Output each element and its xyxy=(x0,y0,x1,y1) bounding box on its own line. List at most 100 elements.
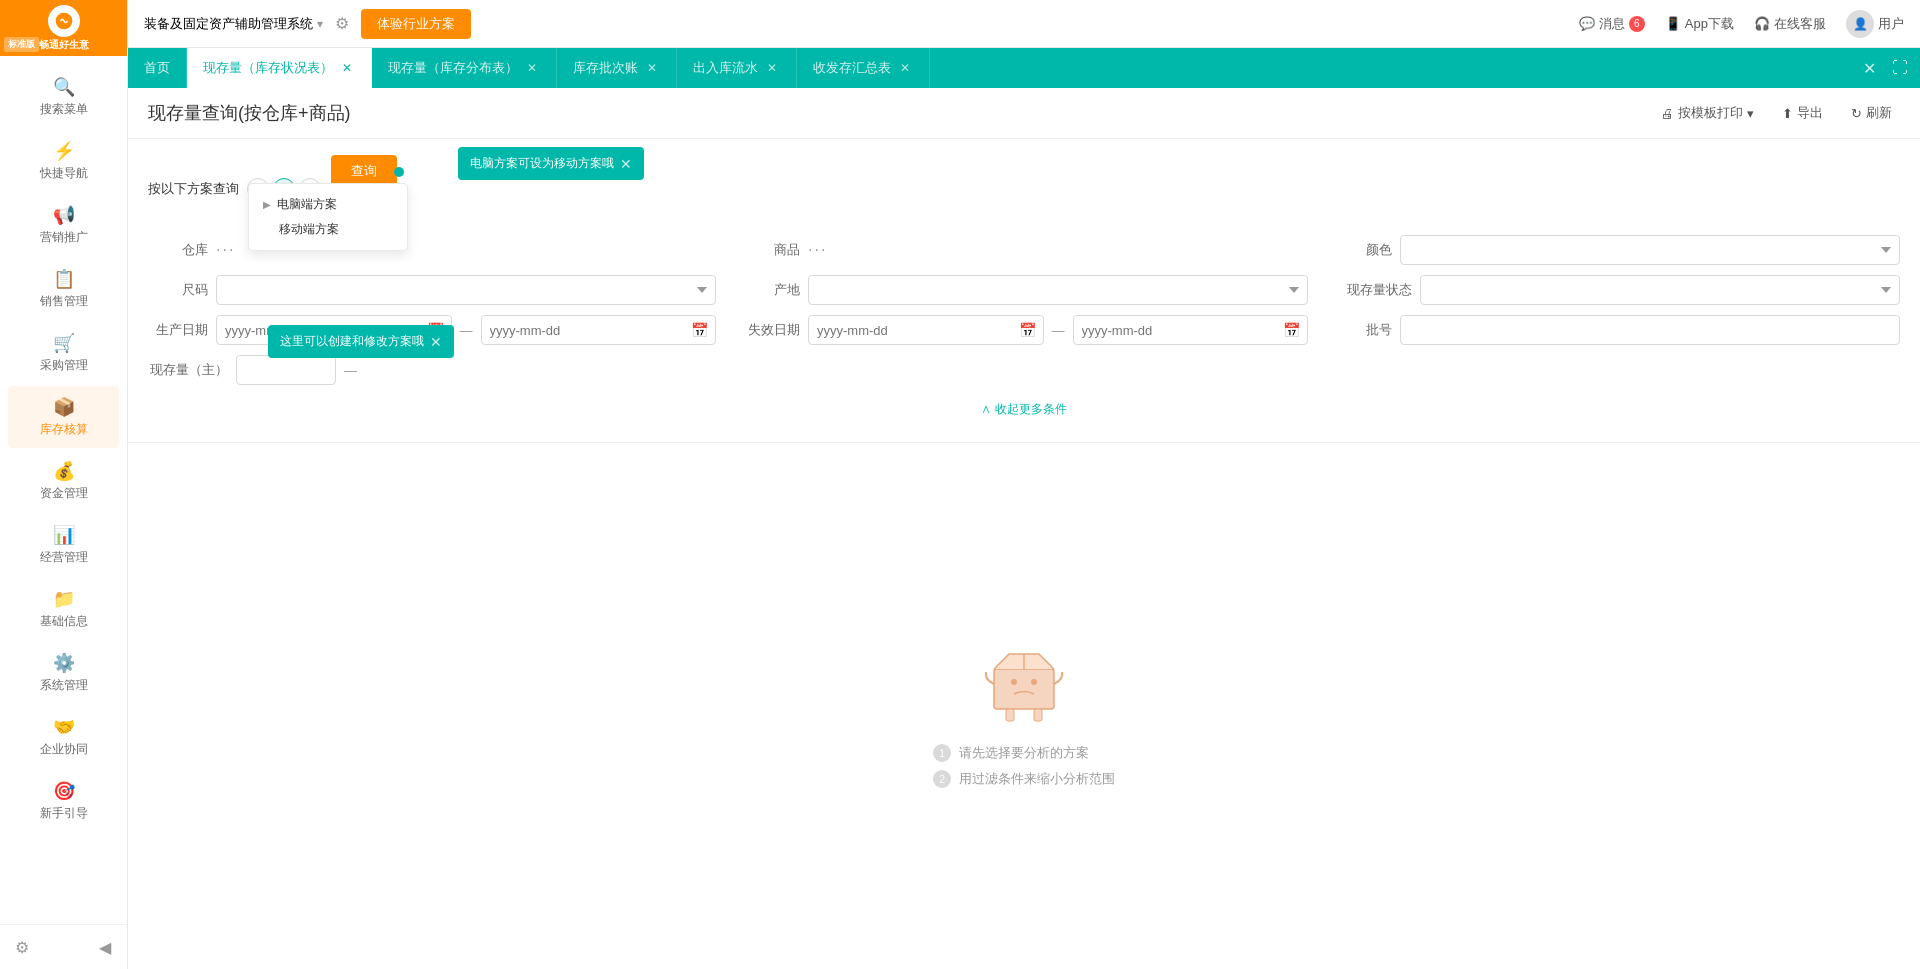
stock-main-label: 现存量（主） xyxy=(148,361,228,379)
sidebar-item-system[interactable]: ⚙️ 系统管理 xyxy=(8,642,119,704)
sidebar-item-operations[interactable]: 📊 经营管理 xyxy=(8,514,119,576)
collapse-sidebar-icon[interactable]: ◀ xyxy=(91,933,119,961)
tab-close-all-icon[interactable]: ✕ xyxy=(1859,57,1880,80)
tab-close-batch-ledger[interactable]: ✕ xyxy=(644,60,660,76)
sidebar-item-label: 库存核算 xyxy=(40,421,88,438)
stock-main-from-input[interactable] xyxy=(236,355,336,385)
online-service-action[interactable]: 🎧 在线客服 xyxy=(1754,15,1826,33)
tab-batch-ledger[interactable]: 库存批次账 ✕ xyxy=(557,48,677,88)
finance-icon: 💰 xyxy=(53,460,75,482)
chevron-down-icon: ▾ xyxy=(1747,106,1754,121)
industry-btn[interactable]: 体验行业方案 xyxy=(361,9,471,39)
sidebar-item-marketing[interactable]: 📢 营销推广 xyxy=(8,194,119,256)
batch-input[interactable] xyxy=(1400,315,1900,345)
app-download-action[interactable]: 📱 App下载 xyxy=(1665,15,1734,33)
enterprise-icon: 🤝 xyxy=(53,716,75,738)
sidebar-item-search[interactable]: 🔍 搜索菜单 xyxy=(8,66,119,128)
color-label: 颜色 xyxy=(1332,241,1392,259)
sidebar-item-enterprise[interactable]: 🤝 企业协同 xyxy=(8,706,119,768)
tooltip-create-close[interactable]: ✕ xyxy=(430,334,442,350)
calendar-icon-2[interactable]: 📅 xyxy=(691,322,708,338)
main-content: 装备及固定资产辅助管理系统 ▾ ⚙ 体验行业方案 💬 消息 6 📱 App下载 … xyxy=(128,0,1920,969)
tab-inventory-dist[interactable]: 现存量（库存分布表） ✕ xyxy=(372,48,557,88)
expire-date-to: 📅 xyxy=(1073,315,1309,345)
stock-dash: — xyxy=(344,363,357,378)
goods-dots[interactable]: ··· xyxy=(808,241,827,259)
produce-date-to: 📅 xyxy=(481,315,717,345)
tab-expand-icon[interactable]: ⛶ xyxy=(1888,57,1912,79)
sidebar: 畅通好生意 标准版 🔍 搜索菜单 ⚡ 快捷导航 📢 营销推广 📋 销售管理 🛒 … xyxy=(0,0,128,969)
template-print-btn[interactable]: 🖨 按模板打印 ▾ xyxy=(1653,100,1762,126)
calendar-icon-4[interactable]: 📅 xyxy=(1283,322,1300,338)
app-logo-text: 畅通好生意 xyxy=(39,39,89,51)
connector-dot-1 xyxy=(394,167,404,177)
refresh-btn[interactable]: ↻ 刷新 xyxy=(1843,100,1900,126)
tab-receive-dispatch[interactable]: 收发存汇总表 ✕ xyxy=(797,48,930,88)
header-right: 💬 消息 6 📱 App下载 🎧 在线客服 👤 用户 xyxy=(1579,10,1904,38)
export-icon: ⬆ xyxy=(1782,106,1793,121)
system-icon: ⚙️ xyxy=(53,652,75,674)
page-actions: 🖨 按模板打印 ▾ ⬆ 导出 ↻ 刷新 xyxy=(1653,100,1900,126)
origin-select[interactable] xyxy=(808,275,1308,305)
expire-date-from-input[interactable] xyxy=(808,315,1044,345)
user-action[interactable]: 👤 用户 xyxy=(1846,10,1904,38)
tooltip-create-text: 这里可以创建和修改方案哦 xyxy=(280,333,424,350)
export-label: 导出 xyxy=(1797,104,1823,122)
export-btn[interactable]: ⬆ 导出 xyxy=(1774,100,1831,126)
sidebar-item-label: 经营管理 xyxy=(40,549,88,566)
settings-bottom-icon[interactable]: ⚙ xyxy=(8,933,36,961)
message-action[interactable]: 💬 消息 6 xyxy=(1579,15,1645,33)
produce-date-to-input[interactable] xyxy=(481,315,717,345)
tab-bar: 首页 现存量（库存状况表） ✕ 现存量（库存分布表） ✕ 库存批次账 ✕ 出入库… xyxy=(128,48,1920,88)
color-select[interactable] xyxy=(1400,235,1900,265)
filter-row-size: 尺码 xyxy=(148,275,716,305)
tab-in-out-flow-label: 出入库流水 xyxy=(693,59,758,77)
origin-label: 产地 xyxy=(740,281,800,299)
tab-close-in-out-flow[interactable]: ✕ xyxy=(764,60,780,76)
sidebar-item-finance[interactable]: 💰 资金管理 xyxy=(8,450,119,512)
warehouse-dots[interactable]: ··· xyxy=(216,241,235,259)
user-label: 用户 xyxy=(1878,15,1904,33)
size-select[interactable] xyxy=(216,275,716,305)
warehouse-label: 仓库 xyxy=(148,241,208,259)
tab-close-inventory-status[interactable]: ✕ xyxy=(339,60,355,76)
svg-point-3 xyxy=(1011,679,1017,685)
message-badge: 6 xyxy=(1629,16,1645,32)
sidebar-item-basic-info[interactable]: 📁 基础信息 xyxy=(8,578,119,640)
tab-in-out-flow[interactable]: 出入库流水 ✕ xyxy=(677,48,797,88)
stock-status-label: 现存量状态 xyxy=(1332,281,1412,299)
filter-row-goods: 商品 ··· xyxy=(740,235,1308,265)
message-icon: 💬 xyxy=(1579,16,1595,31)
sidebar-nav: 🔍 搜索菜单 ⚡ 快捷导航 📢 营销推广 📋 销售管理 🛒 采购管理 📦 库存核… xyxy=(0,56,127,924)
tab-close-inventory-dist[interactable]: ✕ xyxy=(524,60,540,76)
tab-inventory-status[interactable]: 现存量（库存状况表） ✕ xyxy=(187,48,372,88)
tooltip-scheme-close[interactable]: ✕ xyxy=(620,156,632,172)
scheme-tree-item-desktop[interactable]: ▶ 电脑端方案 xyxy=(257,192,399,217)
size-label: 尺码 xyxy=(148,281,208,299)
search-icon: 🔍 xyxy=(53,76,75,98)
sidebar-item-inventory[interactable]: 📦 库存核算 xyxy=(8,386,119,448)
sales-icon: 📋 xyxy=(53,268,75,290)
sidebar-item-sales[interactable]: 📋 销售管理 xyxy=(8,258,119,320)
system-name-selector[interactable]: 装备及固定资产辅助管理系统 ▾ xyxy=(144,15,323,33)
system-settings-icon[interactable]: ⚙ xyxy=(335,14,349,33)
sidebar-item-label: 销售管理 xyxy=(40,293,88,310)
tab-home-label: 首页 xyxy=(144,59,170,77)
sidebar-item-guide[interactable]: 🎯 新手引导 xyxy=(8,770,119,832)
sidebar-item-quick-nav[interactable]: ⚡ 快捷导航 xyxy=(8,130,119,192)
tooltip-scheme-text: 电脑方案可设为移动方案哦 xyxy=(470,155,614,172)
scheme-tree-item-mobile[interactable]: 移动端方案 xyxy=(257,217,399,242)
print-icon: 🖨 xyxy=(1661,106,1674,121)
tab-home[interactable]: 首页 xyxy=(128,48,187,88)
collapse-bar[interactable]: ∧ 收起更多条件 xyxy=(148,393,1900,426)
sidebar-item-label: 基础信息 xyxy=(40,613,88,630)
sidebar-item-purchase[interactable]: 🛒 采购管理 xyxy=(8,322,119,384)
basic-info-icon: 📁 xyxy=(53,588,75,610)
calendar-icon-3[interactable]: 📅 xyxy=(1019,322,1036,338)
quick-nav-icon: ⚡ xyxy=(53,140,75,162)
tab-close-receive-dispatch[interactable]: ✕ xyxy=(897,60,913,76)
stock-status-select[interactable] xyxy=(1420,275,1900,305)
svg-rect-5 xyxy=(1006,709,1014,721)
filter-row-origin: 产地 xyxy=(740,275,1308,305)
expire-date-to-input[interactable] xyxy=(1073,315,1309,345)
